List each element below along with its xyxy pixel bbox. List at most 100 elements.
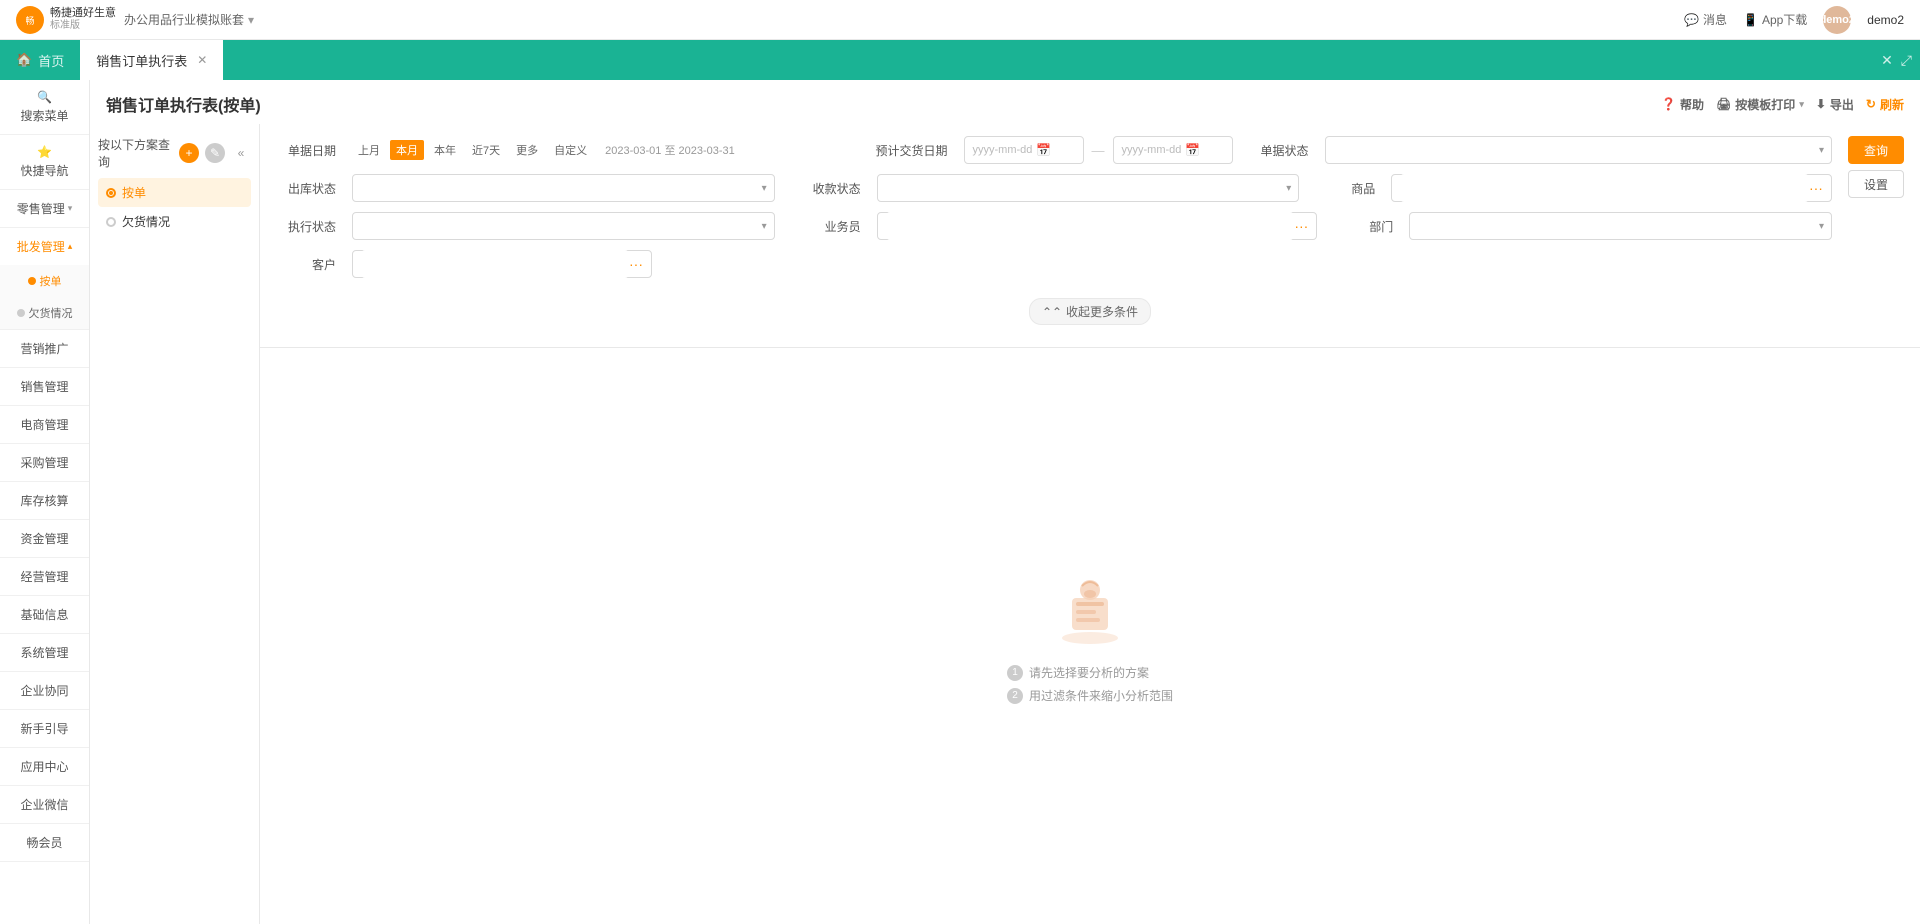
calendar-icon-end: 📅	[1185, 143, 1200, 157]
logo-area: 畅 畅捷通好生意 标准版	[16, 6, 116, 34]
customer-input[interactable]: ···	[352, 250, 652, 278]
customer-input-field[interactable]	[361, 250, 629, 278]
sidebar-item-newbie[interactable]: 新手引导	[0, 710, 89, 748]
empty-steps: 1 请先选择要分析的方案 2 用过滤条件来缩小分析范围	[1007, 664, 1173, 704]
tab-close-icon[interactable]: ✕	[197, 53, 207, 67]
predict-date-end[interactable]: yyyy-mm-dd 📅	[1113, 136, 1233, 164]
sidebar-item-appcenter[interactable]: 应用中心	[0, 748, 89, 786]
goods-input-field[interactable]	[1400, 174, 1809, 202]
sidebar-item-inventory[interactable]: 库存核算	[0, 482, 89, 520]
sidebar-sub-wholesale: 按单 欠货情况	[0, 265, 89, 329]
outbound-status-label: 出库状态	[276, 180, 336, 197]
goods-more-icon[interactable]: ···	[1809, 180, 1823, 196]
single-date-label: 单据日期	[276, 142, 336, 159]
edit-scheme-button[interactable]: ✎	[205, 143, 225, 163]
salesperson-more-icon[interactable]: ···	[1294, 218, 1308, 234]
outbound-status-select[interactable]	[352, 174, 775, 202]
salesperson-input-field[interactable]	[886, 212, 1295, 240]
sidebar-item-marketing[interactable]: 营销推广	[0, 330, 89, 368]
export-button[interactable]: ⬇ 导出	[1816, 96, 1854, 113]
date-tab-this-month[interactable]: 本月	[390, 140, 424, 160]
print-button[interactable]: 🖨 按模板打印 ▾	[1716, 96, 1804, 113]
collapse-button[interactable]: ⌃⌃ 收起更多条件	[1029, 298, 1151, 325]
message-button[interactable]: 💬 消息	[1684, 11, 1727, 28]
avatar[interactable]: demo2	[1823, 6, 1851, 34]
outbound-status-wrapper	[352, 174, 775, 202]
sidebar-item-sales[interactable]: 销售管理	[0, 368, 89, 406]
date-tab-this-year[interactable]: 本年	[428, 140, 462, 160]
collapse-panel-button[interactable]: «	[231, 143, 251, 163]
breadcrumb: 办公用品行业模拟账套 ▾	[124, 11, 254, 28]
content-area: 销售订单执行表(按单) ❓ 帮助 🖨 按模板打印 ▾ ⬇ 导出 ↻ 刷新	[90, 80, 1920, 924]
add-scheme-button[interactable]: +	[179, 143, 199, 163]
sidebar-item-quicknav[interactable]: ⭐ 快捷导航	[0, 135, 89, 190]
receipt-status-select[interactable]	[877, 174, 1300, 202]
help-icon: ❓	[1661, 97, 1676, 111]
sidebar-item-ecommerce[interactable]: 电商管理	[0, 406, 89, 444]
app-download-button[interactable]: 📱 App下载	[1743, 11, 1807, 28]
date-tab-more[interactable]: 更多	[510, 140, 544, 160]
sidebar-item-member[interactable]: 畅会员	[0, 824, 89, 862]
filter-row-4: 客户 ···	[276, 250, 1832, 278]
single-status-select[interactable]	[1325, 136, 1832, 164]
sidebar-group-retail: 零售管理 ▾	[0, 190, 89, 228]
goods-input[interactable]: ···	[1391, 174, 1832, 202]
setting-button[interactable]: 设置	[1848, 170, 1904, 198]
department-wrapper	[1409, 212, 1832, 240]
sidebar-item-receivable[interactable]: 欠货情况	[0, 297, 89, 329]
date-tab-custom[interactable]: 自定义	[548, 140, 593, 160]
date-tab-7days[interactable]: 近7天	[466, 140, 506, 160]
scheme-active-dot	[106, 188, 116, 198]
predict-date-input: yyyy-mm-dd 📅 — yyyy-mm-dd 📅	[964, 136, 1233, 164]
receipt-status-label: 收款状态	[791, 180, 861, 197]
tab-sales-exec[interactable]: 销售订单执行表 ✕	[80, 40, 223, 80]
page-title-bar: 销售订单执行表(按单) ❓ 帮助 🖨 按模板打印 ▾ ⬇ 导出 ↻ 刷新	[90, 80, 1920, 124]
sidebar-group-wholesale: 批发管理 ▴ 按单 欠货情况	[0, 228, 89, 330]
message-icon: 💬	[1684, 13, 1699, 27]
empty-illustration	[1050, 568, 1130, 648]
top-bar-right: 💬 消息 📱 App下载 demo2 demo2	[1684, 6, 1904, 34]
inactive-dot	[17, 309, 25, 317]
date-tab-last-month[interactable]: 上月	[352, 140, 386, 160]
sidebar-item-enterprise[interactable]: 企业协同	[0, 672, 89, 710]
sidebar-item-finance[interactable]: 资金管理	[0, 520, 89, 558]
export-icon: ⬇	[1816, 97, 1826, 111]
sidebar-item-scheme[interactable]: 按单	[0, 265, 89, 297]
filter-row-3: 执行状态 业务员 ··· 部门	[276, 212, 1832, 240]
sidebar-item-operations[interactable]: 经营管理	[0, 558, 89, 596]
sidebar-item-basic[interactable]: 基础信息	[0, 596, 89, 634]
app-icon: 📱	[1743, 13, 1758, 27]
left-panel-header: 按以下方案查询 + ✎ «	[98, 136, 251, 170]
content-inner: 按以下方案查询 + ✎ «	[90, 124, 1920, 924]
left-panel-icons: + ✎ «	[179, 143, 251, 163]
chevron-up-icon: ▴	[68, 241, 73, 252]
sidebar-item-wholesale[interactable]: 批发管理 ▴	[0, 228, 89, 265]
tab-close-all-icon[interactable]: ✕	[1881, 52, 1893, 69]
sidebar-item-search[interactable]: 🔍 搜索菜单	[0, 80, 89, 135]
refresh-button[interactable]: ↻ 刷新	[1866, 96, 1904, 113]
tab-bar: 🏠 首页 销售订单执行表 ✕ ✕ ⤢	[0, 40, 1920, 80]
tab-home[interactable]: 🏠 首页	[0, 40, 80, 80]
sidebar-item-purchase[interactable]: 采购管理	[0, 444, 89, 482]
scheme-item-按单[interactable]: 按单	[98, 178, 251, 207]
department-select[interactable]	[1409, 212, 1832, 240]
chevron-up-icon: ⌃⌃	[1042, 305, 1062, 319]
tab-expand-icon[interactable]: ⤢	[1901, 52, 1912, 69]
quicknav-icon: ⭐	[37, 145, 52, 159]
sidebar-item-system[interactable]: 系统管理	[0, 634, 89, 672]
sidebar-item-corpwechat[interactable]: 企业微信	[0, 786, 89, 824]
customer-more-icon[interactable]: ···	[629, 256, 643, 272]
sidebar-item-retail[interactable]: 零售管理 ▾	[0, 190, 89, 227]
sidebar: 🔍 搜索菜单 ⭐ 快捷导航 零售管理 ▾ 批发管理 ▴ 按单	[0, 80, 90, 924]
top-bar: 畅 畅捷通好生意 标准版 办公用品行业模拟账套 ▾ 💬 消息 📱 App下载 d…	[0, 0, 1920, 40]
filter-area: 单据日期 上月 本月 本年 近7天 更多 自定义	[260, 124, 1920, 348]
exec-status-select[interactable]	[352, 212, 775, 240]
scheme-item-欠货情况[interactable]: 欠货情况	[98, 207, 251, 236]
help-button[interactable]: ❓ 帮助	[1661, 96, 1704, 113]
print-dropdown-icon: ▾	[1799, 99, 1804, 110]
predict-date-start[interactable]: yyyy-mm-dd 📅	[964, 136, 1084, 164]
search-button[interactable]: 查询	[1848, 136, 1904, 164]
single-date-group: 上月 本月 本年 近7天 更多 自定义 2023-03-01 至 2023-03…	[352, 140, 859, 160]
right-panel: 单据日期 上月 本月 本年 近7天 更多 自定义	[260, 124, 1920, 924]
salesperson-input[interactable]: ···	[877, 212, 1318, 240]
